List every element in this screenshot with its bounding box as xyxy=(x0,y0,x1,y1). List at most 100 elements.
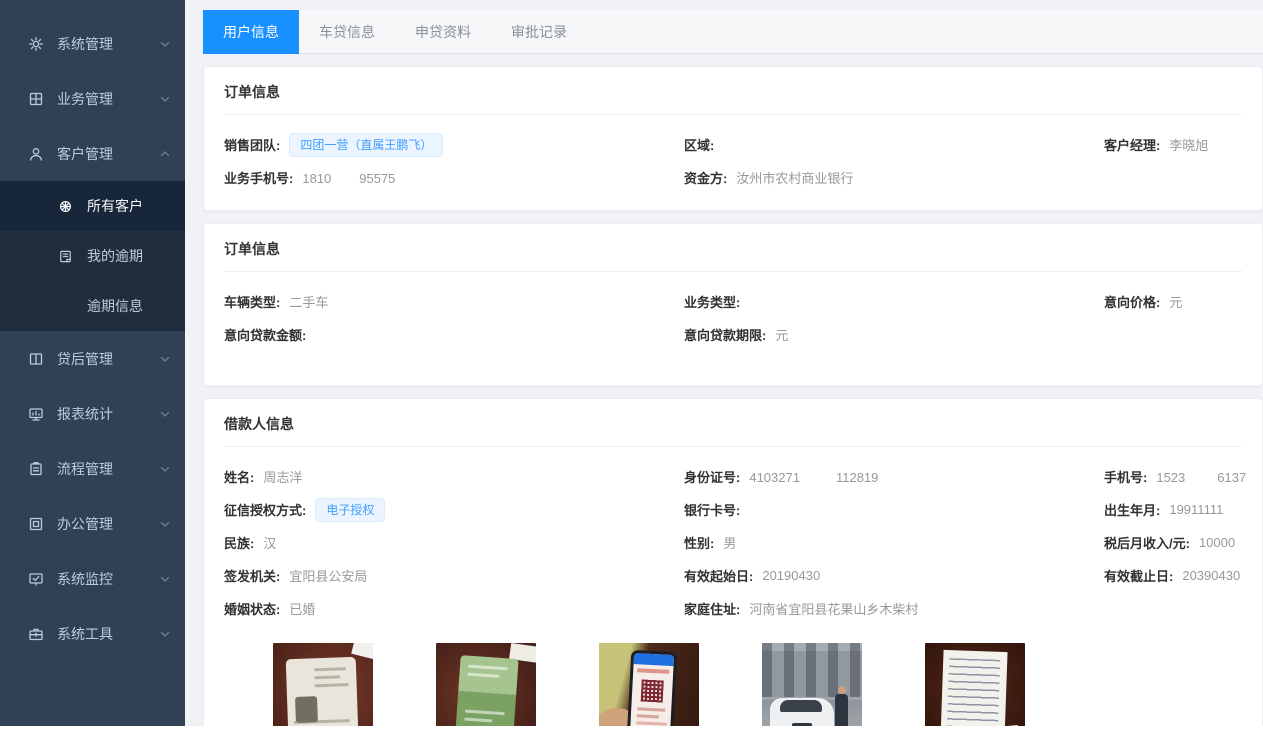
sidebar-item-label: 流程管理 xyxy=(57,459,113,479)
sales-team-tag: 四团一营（直属王鹏飞） xyxy=(289,133,443,157)
photo-item: 身份证 xyxy=(273,643,373,732)
field-valid-from: 有效起始日: 20190430 xyxy=(684,559,1104,592)
columns-icon xyxy=(28,351,44,367)
app-root: 系统管理 业务管理 客户管理 所有客户 xyxy=(0,0,1263,732)
field-name: 姓名: 周志洋 xyxy=(224,460,684,493)
redaction-box xyxy=(801,469,835,485)
photo-id-card[interactable] xyxy=(273,643,373,732)
field-label: 签发机关: xyxy=(224,566,280,585)
field-label: 银行卡号: xyxy=(684,500,740,519)
card-title: 订单信息 xyxy=(224,67,1242,115)
user-icon xyxy=(28,146,44,162)
photo-person-with-car[interactable] xyxy=(762,643,862,732)
field-credit-auth-method: 征信授权方式: 电子授权 xyxy=(224,493,684,526)
sidebar-item-label: 逾期信息 xyxy=(87,296,143,316)
photo-drivers-license[interactable] xyxy=(436,643,536,732)
sidebar-item-label: 办公管理 xyxy=(57,514,113,534)
card-title: 借款人信息 xyxy=(224,399,1242,447)
field-gender: 性别: 男 xyxy=(684,526,1104,559)
chevron-down-icon xyxy=(159,353,171,365)
field-label: 销售团队: xyxy=(224,135,280,154)
book-icon xyxy=(58,249,73,264)
order-info-card-1: 订单信息 销售团队: 四团一营（直属王鹏飞） 区域: 客户经理: 李晓旭 xyxy=(203,66,1263,211)
sidebar-item-label: 所有客户 xyxy=(87,196,143,216)
sidebar-item-label: 系统管理 xyxy=(57,34,113,54)
tab-bar: 用户信息 车贷信息 申贷资料 审批记录 xyxy=(203,10,1263,54)
field-label: 区域: xyxy=(684,135,714,154)
sidebar-item-my-overdue[interactable]: 我的逾期 xyxy=(0,231,185,281)
photo-handwritten-document[interactable] xyxy=(925,643,1025,732)
grid-icon xyxy=(28,91,44,107)
field-label: 身份证号: xyxy=(684,467,740,486)
field-value: 宜阳县公安局 xyxy=(289,566,367,585)
field-value: 已婚 xyxy=(289,599,315,618)
field-value: 河南省宜阳县花果山乡木柴村 xyxy=(749,599,918,618)
tab-approval-records[interactable]: 审批记录 xyxy=(491,10,587,54)
sidebar-item-label: 我的逾期 xyxy=(87,246,143,266)
sidebar-item-postloan-mgmt[interactable]: 贷后管理 xyxy=(0,331,185,386)
sidebar-item-system-mgmt[interactable]: 系统管理 xyxy=(0,16,185,71)
sidebar-item-process-mgmt[interactable]: 流程管理 xyxy=(0,441,185,496)
sidebar-item-label: 系统工具 xyxy=(57,624,113,644)
sidebar: 系统管理 业务管理 客户管理 所有客户 xyxy=(0,0,185,732)
field-label: 客户经理: xyxy=(1104,135,1160,154)
sidebar-item-business-mgmt[interactable]: 业务管理 xyxy=(0,71,185,126)
sidebar-item-label: 贷后管理 xyxy=(57,349,113,369)
toolbox-icon xyxy=(28,626,44,642)
sidebar-item-system-tools[interactable]: 系统工具 xyxy=(0,606,185,661)
sidebar-item-overdue-info[interactable]: 逾期信息 xyxy=(0,281,185,331)
field-vehicle-type: 车辆类型: 二手车 xyxy=(224,285,684,318)
field-label: 婚姻状态: xyxy=(224,599,280,618)
tab-loan-application-docs[interactable]: 申贷资料 xyxy=(395,10,491,54)
wheel-icon xyxy=(58,199,73,214)
field-value: 4103271112819 xyxy=(749,469,878,485)
credit-auth-tag: 电子授权 xyxy=(315,498,385,522)
sidebar-item-office-mgmt[interactable]: 办公管理 xyxy=(0,496,185,551)
sidebar-item-system-monitor[interactable]: 系统监控 xyxy=(0,551,185,606)
field-value: 20390430 xyxy=(1182,568,1240,583)
field-label: 业务类型: xyxy=(684,292,740,311)
monitor-icon xyxy=(28,406,44,422)
field-issuing-authority: 签发机关: 宜阳县公安局 xyxy=(224,559,684,592)
field-value: 元 xyxy=(1169,292,1182,311)
photo-item: 授权记录 xyxy=(599,643,699,732)
horizontal-scrollbar[interactable] xyxy=(0,726,1263,732)
sidebar-submenu-customer: 所有客户 我的逾期 逾期信息 xyxy=(0,181,185,331)
tab-user-info[interactable]: 用户信息 xyxy=(203,10,299,54)
tab-car-loan-info[interactable]: 车贷信息 xyxy=(299,10,395,54)
field-marital-status: 婚姻状态: 已婚 xyxy=(224,592,684,625)
field-monthly-income: 税后月收入/元: 10000 xyxy=(1104,526,1242,559)
field-value: 10000 xyxy=(1199,535,1235,550)
field-value: 20190430 xyxy=(762,568,820,583)
chevron-down-icon xyxy=(159,38,171,50)
borrower-info-card: 借款人信息 姓名: 周志洋 身份证号: 4103271112819 手机号: 1… xyxy=(203,398,1263,732)
field-value: 二手车 xyxy=(289,292,328,311)
field-intent-loan-amount: 意向贷款金额: xyxy=(224,318,684,351)
redaction-box xyxy=(1186,469,1216,485)
sidebar-item-label: 业务管理 xyxy=(57,89,113,109)
sidebar-item-label: 系统监控 xyxy=(57,569,113,589)
chevron-down-icon xyxy=(159,463,171,475)
field-business-phone: 业务手机号: 181095575 xyxy=(224,161,684,194)
field-home-address: 家庭住址: 河南省宜阳县花果山乡木柴村 xyxy=(684,592,1104,625)
main-content: 用户信息 车贷信息 申贷资料 审批记录 订单信息 销售团队: 四团一营（直属王鹏… xyxy=(185,0,1263,732)
field-intent-loan-term: 意向贷款期限: 元 xyxy=(684,318,1104,351)
gear-icon xyxy=(28,36,44,52)
sidebar-item-customer-mgmt[interactable]: 客户管理 xyxy=(0,126,185,181)
chevron-down-icon xyxy=(159,573,171,585)
field-account-manager: 客户经理: 李晓旭 xyxy=(1104,128,1242,161)
clipboard-icon xyxy=(28,461,44,477)
field-label: 意向贷款金额: xyxy=(224,325,306,344)
field-label: 意向贷款期限: xyxy=(684,325,766,344)
chevron-down-icon xyxy=(159,628,171,640)
sidebar-item-all-customers[interactable]: 所有客户 xyxy=(0,181,185,231)
photo-phone-qr-code[interactable] xyxy=(599,643,699,732)
field-empty xyxy=(1104,318,1242,351)
sidebar-item-report-stats[interactable]: 报表统计 xyxy=(0,386,185,441)
field-mobile-phone: 手机号: 15236137 xyxy=(1104,460,1246,493)
field-label: 意向价格: xyxy=(1104,292,1160,311)
field-label: 性别: xyxy=(684,533,714,552)
field-valid-to: 有效截止日: 20390430 xyxy=(1104,559,1242,592)
field-value: 汝州市农村商业银行 xyxy=(736,168,853,187)
redaction-box xyxy=(332,170,358,186)
